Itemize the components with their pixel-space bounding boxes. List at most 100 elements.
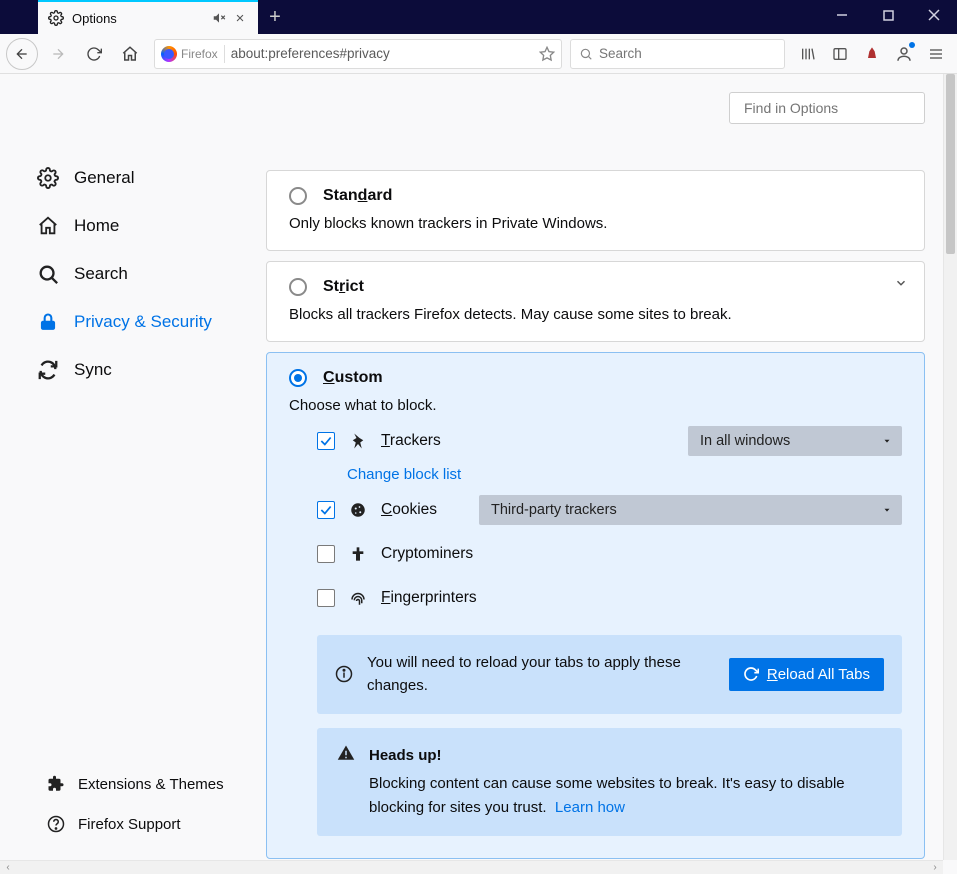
puzzle-icon bbox=[46, 774, 66, 794]
checkbox-cryptominers[interactable] bbox=[317, 545, 335, 563]
sidebar-item-label: Home bbox=[74, 216, 119, 236]
reload-button[interactable] bbox=[78, 38, 110, 70]
url-text: about:preferences#privacy bbox=[231, 46, 533, 61]
find-input[interactable] bbox=[744, 100, 925, 116]
standard-title: Standard bbox=[323, 187, 392, 205]
vertical-scrollbar[interactable] bbox=[943, 74, 957, 860]
sidebar-item-label: Firefox Support bbox=[78, 816, 181, 833]
option-fingerprinters: Fingerprinters bbox=[317, 589, 902, 607]
fingerprint-icon bbox=[349, 589, 367, 607]
caret-down-icon bbox=[882, 505, 892, 515]
heads-up-title: Heads up! bbox=[369, 744, 882, 768]
mute-icon[interactable] bbox=[212, 11, 228, 25]
sidebar-item-general[interactable]: General bbox=[36, 154, 246, 202]
forward-button bbox=[42, 38, 74, 70]
reload-text: You will need to reload your tabs to app… bbox=[367, 651, 715, 698]
content-area: General Home Search Privacy & Security S… bbox=[0, 74, 957, 874]
account-button[interactable] bbox=[889, 38, 919, 70]
find-in-options[interactable] bbox=[729, 92, 925, 124]
reload-all-tabs-button[interactable]: Reload All Tabs bbox=[729, 658, 884, 691]
sidebar-item-label: Privacy & Security bbox=[74, 312, 212, 332]
main-panel: Standard Only blocks known trackers in P… bbox=[266, 170, 925, 856]
back-button[interactable] bbox=[6, 38, 38, 70]
protection-standard-card[interactable]: Standard Only blocks known trackers in P… bbox=[266, 170, 925, 251]
tab-options[interactable]: Options × bbox=[38, 0, 258, 34]
cookies-select[interactable]: Third-party trackers bbox=[479, 495, 902, 525]
strict-title: Strict bbox=[323, 278, 364, 296]
sidebar-bottom: Extensions & Themes Firefox Support bbox=[46, 764, 224, 844]
checkbox-cookies[interactable] bbox=[317, 501, 335, 519]
notification-icon[interactable] bbox=[857, 38, 887, 70]
identity-box[interactable]: Firefox bbox=[161, 46, 218, 62]
firefox-icon bbox=[161, 46, 177, 62]
identity-label: Firefox bbox=[181, 47, 218, 61]
cryptominer-icon bbox=[349, 545, 367, 563]
standard-desc: Only blocks known trackers in Private Wi… bbox=[289, 215, 902, 232]
trackers-icon bbox=[349, 432, 367, 450]
custom-desc: Choose what to block. bbox=[289, 397, 902, 414]
search-icon bbox=[579, 47, 593, 61]
app-menu-button[interactable] bbox=[921, 38, 951, 70]
sidebar-item-search[interactable]: Search bbox=[36, 250, 246, 298]
lock-icon bbox=[36, 310, 60, 334]
protection-custom-card: Custom Choose what to block. Trackers In… bbox=[266, 352, 925, 859]
help-icon bbox=[46, 814, 66, 834]
maximize-button[interactable] bbox=[865, 0, 911, 30]
radio-standard[interactable] bbox=[289, 187, 307, 205]
fingerprinters-label: Fingerprinters bbox=[381, 589, 477, 607]
heads-up-warning: Heads up! Blocking content can cause som… bbox=[317, 728, 902, 836]
horizontal-scrollbar[interactable]: ‹› bbox=[0, 860, 943, 874]
radio-custom[interactable] bbox=[289, 369, 307, 387]
checkbox-trackers[interactable] bbox=[317, 432, 335, 450]
cookie-icon bbox=[349, 501, 367, 519]
option-trackers: Trackers In all windows bbox=[317, 432, 902, 450]
chevron-down-icon[interactable] bbox=[894, 276, 908, 290]
reload-info: You will need to reload your tabs to app… bbox=[317, 635, 902, 714]
url-bar[interactable]: Firefox about:preferences#privacy bbox=[154, 39, 562, 69]
protection-strict-card[interactable]: Strict Blocks all trackers Firefox detec… bbox=[266, 261, 925, 342]
caret-down-icon bbox=[882, 436, 892, 446]
learn-how-link[interactable]: Learn how bbox=[555, 799, 625, 816]
sidebar-item-home[interactable]: Home bbox=[36, 202, 246, 250]
search-input[interactable] bbox=[599, 46, 776, 61]
bookmark-star-icon[interactable] bbox=[539, 46, 555, 62]
warning-icon bbox=[337, 744, 355, 820]
new-tab-button[interactable]: + bbox=[258, 0, 292, 34]
minimize-button[interactable] bbox=[819, 0, 865, 30]
sidebar-item-privacy[interactable]: Privacy & Security bbox=[36, 298, 246, 346]
search-icon bbox=[36, 262, 60, 286]
scrollbar-thumb[interactable] bbox=[946, 74, 955, 254]
tab-title: Options bbox=[72, 11, 212, 26]
option-cookies: Cookies Third-party trackers bbox=[317, 501, 902, 519]
custom-title: Custom bbox=[323, 369, 383, 387]
nav-toolbar: Firefox about:preferences#privacy bbox=[0, 34, 957, 74]
gear-icon bbox=[48, 10, 64, 26]
option-cryptominers: Cryptominers bbox=[317, 545, 902, 563]
close-icon[interactable]: × bbox=[232, 11, 248, 26]
sync-icon bbox=[36, 358, 60, 382]
home-icon bbox=[36, 214, 60, 238]
sidebar-item-label: Search bbox=[74, 264, 128, 284]
strict-desc: Blocks all trackers Firefox detects. May… bbox=[289, 306, 884, 323]
preferences-sidebar: General Home Search Privacy & Security S… bbox=[36, 154, 246, 394]
info-icon bbox=[335, 665, 353, 683]
cookies-label: Cookies bbox=[381, 501, 437, 519]
window-controls bbox=[819, 0, 957, 30]
scroll-right-icon[interactable]: › bbox=[929, 862, 941, 873]
scroll-left-icon[interactable]: ‹ bbox=[2, 862, 14, 873]
sidebar-button[interactable] bbox=[825, 38, 855, 70]
library-button[interactable] bbox=[793, 38, 823, 70]
trackers-select[interactable]: In all windows bbox=[688, 426, 902, 456]
sidebar-item-extensions[interactable]: Extensions & Themes bbox=[46, 764, 224, 804]
sidebar-item-label: Extensions & Themes bbox=[78, 776, 224, 793]
home-button[interactable] bbox=[114, 38, 146, 70]
sidebar-item-sync[interactable]: Sync bbox=[36, 346, 246, 394]
sidebar-item-label: General bbox=[74, 168, 134, 188]
window-titlebar: Options × + bbox=[0, 0, 957, 34]
sidebar-item-support[interactable]: Firefox Support bbox=[46, 804, 224, 844]
checkbox-fingerprinters[interactable] bbox=[317, 589, 335, 607]
window-close-button[interactable] bbox=[911, 0, 957, 30]
change-block-list-link[interactable]: Change block list bbox=[347, 466, 461, 483]
search-bar[interactable] bbox=[570, 39, 785, 69]
radio-strict[interactable] bbox=[289, 278, 307, 296]
